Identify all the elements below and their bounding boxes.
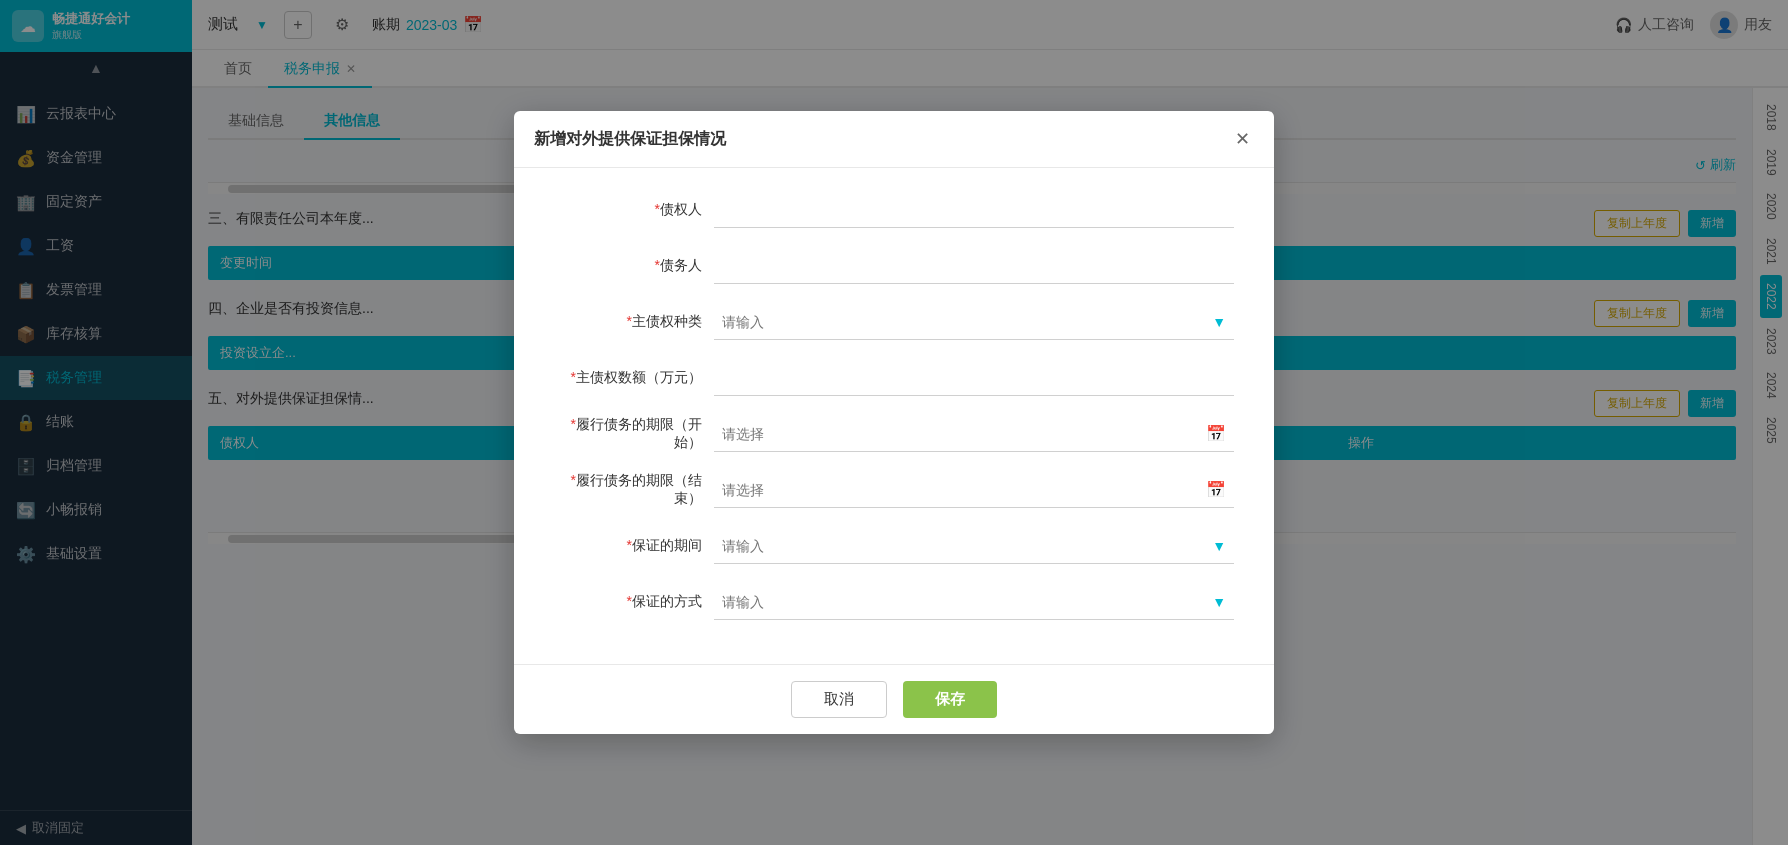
dialog-overlay: 新增对外提供保证担保情况 ✕ *债权人 *债务人 *主债权种类 <box>0 0 1788 845</box>
claim-type-input[interactable] <box>714 304 1234 339</box>
form-label-debtor: *债务人 <box>554 257 714 275</box>
form-label-guarantee-period: *保证的期间 <box>554 537 714 555</box>
period-end-date[interactable]: 📅 <box>714 472 1234 508</box>
form-field-period-end: *履行债务的期限（结束） 📅 <box>554 472 1234 508</box>
period-end-input[interactable] <box>714 472 1234 507</box>
period-start-input[interactable] <box>714 416 1234 451</box>
form-field-claim-amount: *主债权数额（万元） <box>554 360 1234 396</box>
cancel-button[interactable]: 取消 <box>791 681 887 718</box>
dialog-close-button[interactable]: ✕ <box>1230 127 1254 151</box>
form-field-creditor: *债权人 <box>554 192 1234 228</box>
form-field-guarantee-method: *保证的方式 ▼ <box>554 584 1234 620</box>
form-label-period-start: *履行债务的期限（开始） <box>554 416 714 452</box>
dialog-title: 新增对外提供保证担保情况 <box>534 129 726 150</box>
calendar-start-icon[interactable]: 📅 <box>1206 424 1226 443</box>
period-start-date[interactable]: 📅 <box>714 416 1234 452</box>
save-button[interactable]: 保存 <box>903 681 997 718</box>
form-label-claim-type: *主债权种类 <box>554 313 714 331</box>
dialog-body[interactable]: *债权人 *债务人 *主债权种类 ▼ <box>514 168 1274 664</box>
calendar-end-icon[interactable]: 📅 <box>1206 480 1226 499</box>
creditor-input[interactable] <box>714 192 1234 228</box>
guarantee-period-input[interactable] <box>714 528 1234 563</box>
form-label-creditor: *债权人 <box>554 201 714 219</box>
form-field-guarantee-period: *保证的期间 ▼ <box>554 528 1234 564</box>
dialog: 新增对外提供保证担保情况 ✕ *债权人 *债务人 *主债权种类 <box>514 111 1274 734</box>
guarantee-method-input[interactable] <box>714 584 1234 619</box>
form-field-claim-type: *主债权种类 ▼ <box>554 304 1234 340</box>
form-field-period-start: *履行债务的期限（开始） 📅 <box>554 416 1234 452</box>
form-field-debtor: *债务人 <box>554 248 1234 284</box>
guarantee-period-select[interactable]: ▼ <box>714 528 1234 564</box>
debtor-input[interactable] <box>714 248 1234 284</box>
dialog-footer: 取消 保存 <box>514 664 1274 734</box>
form-label-claim-amount: *主债权数额（万元） <box>554 369 714 387</box>
dialog-header: 新增对外提供保证担保情况 ✕ <box>514 111 1274 168</box>
form-label-guarantee-method: *保证的方式 <box>554 593 714 611</box>
claim-amount-input[interactable] <box>714 360 1234 396</box>
claim-type-select[interactable]: ▼ <box>714 304 1234 340</box>
form-label-period-end: *履行债务的期限（结束） <box>554 472 714 508</box>
guarantee-method-select[interactable]: ▼ <box>714 584 1234 620</box>
